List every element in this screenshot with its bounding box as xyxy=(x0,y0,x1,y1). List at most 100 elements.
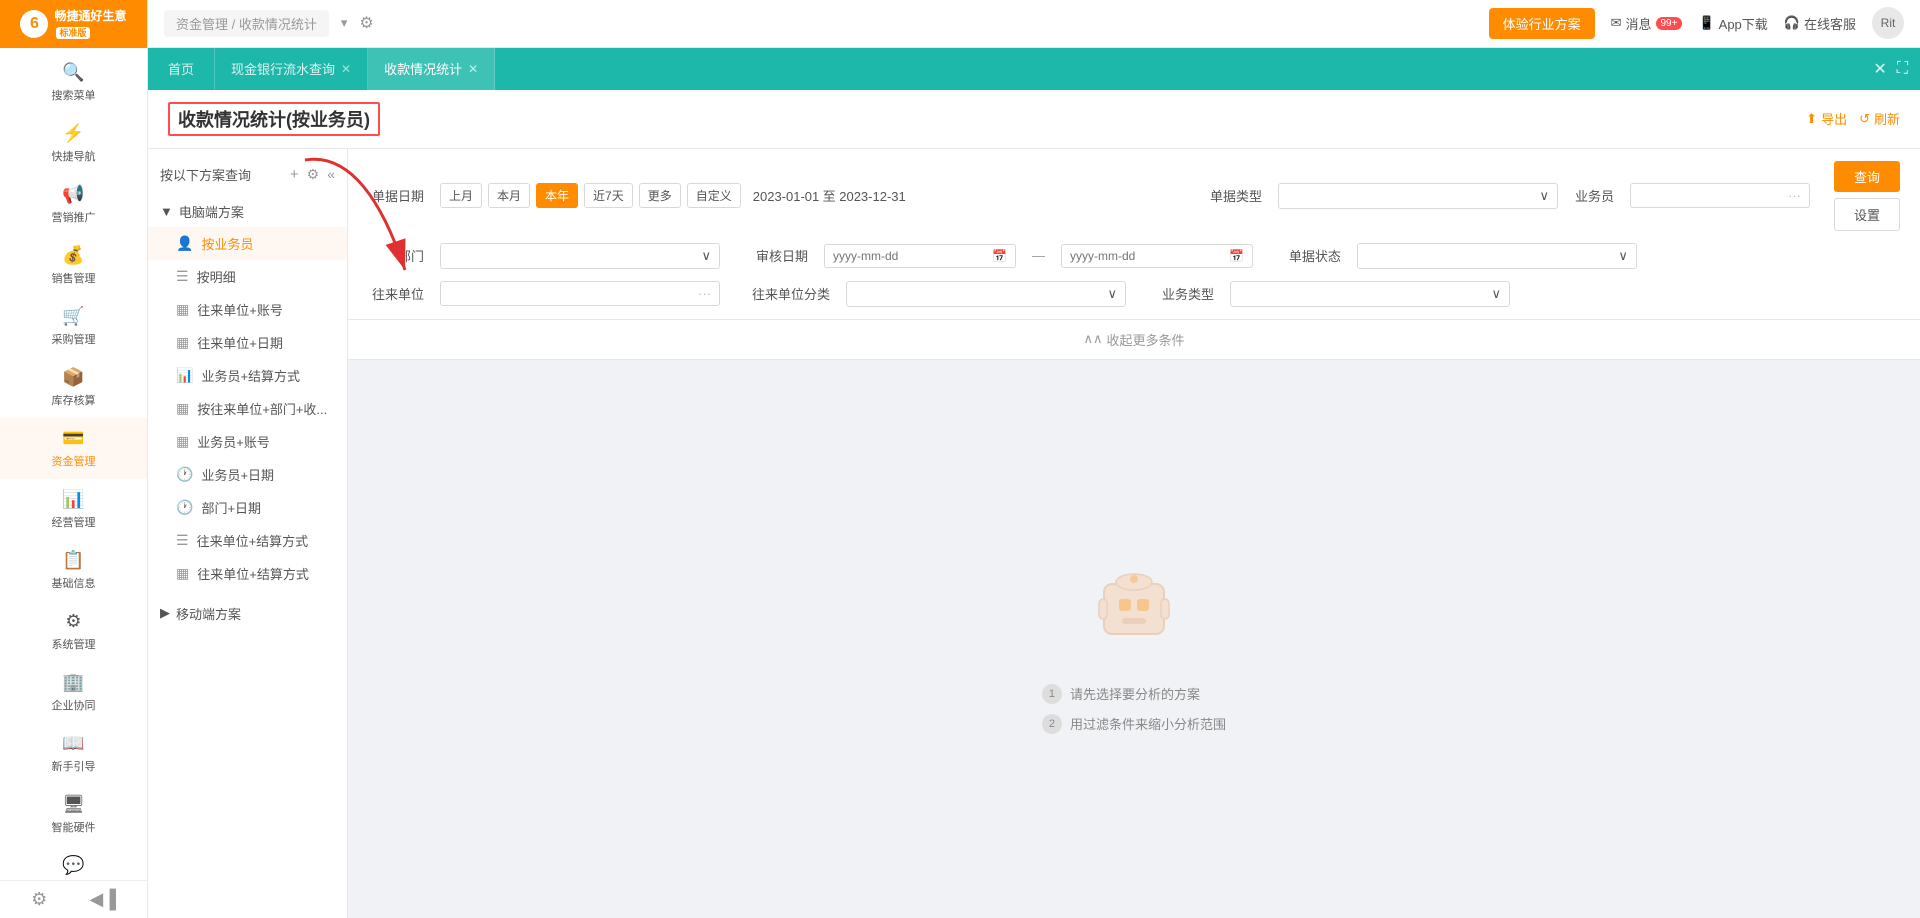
sidebar-item-search[interactable]: 🔍搜索菜单 xyxy=(0,52,147,113)
scheme-label: 业务员+日期 xyxy=(201,465,274,484)
refresh-button[interactable]: ↺ 刷新 xyxy=(1859,109,1900,128)
sidebar-item-quick_nav[interactable]: ⚡快捷导航 xyxy=(0,113,147,174)
settings-button[interactable]: 设置 xyxy=(1834,198,1900,231)
scheme-staff-date[interactable]: 🕐 业务员+日期 xyxy=(148,458,347,491)
more-btn[interactable]: 更多 xyxy=(639,183,681,208)
scheme-label: 部门+日期 xyxy=(201,498,261,517)
review-date-to-input[interactable] xyxy=(1070,249,1225,263)
dropdown-arrow-icon[interactable]: ▾ xyxy=(341,15,348,31)
empty-tips: 1 请先选择要分析的方案 2 用过滤条件来缩小分析范围 xyxy=(1042,684,1226,734)
scheme-unit-dept[interactable]: ▦ 按往来单位+部门+收... xyxy=(148,392,347,425)
sidebar-item-sales[interactable]: 💰销售管理 xyxy=(0,235,147,296)
scheme-by-staff[interactable]: 👤 按业务员 xyxy=(148,227,347,260)
more-options-icon[interactable]: ··· xyxy=(1788,188,1801,203)
empty-state: 1 请先选择要分析的方案 2 用过滤条件来缩小分析范围 xyxy=(348,360,1920,918)
scheme-label: 往来单位+日期 xyxy=(197,333,283,352)
staff-filter-label: 业务员 xyxy=(1574,186,1614,205)
settings-icon[interactable]: ⚙ xyxy=(359,13,373,33)
custom-btn[interactable]: 自定义 xyxy=(687,183,741,208)
this-month-btn[interactable]: 本月 xyxy=(488,183,530,208)
date-label: 单据日期 xyxy=(368,186,424,205)
tab-collection[interactable]: 收款情况统计 ✕ xyxy=(368,48,495,90)
collapse-panel-icon[interactable]: « xyxy=(327,166,335,182)
export-button[interactable]: ⬆ 导出 xyxy=(1806,109,1847,128)
settings-icon[interactable]: ⚙ xyxy=(31,889,47,910)
scheme-unit-settle2[interactable]: ▦ 往来单位+结算方式 xyxy=(148,557,347,590)
last-month-btn[interactable]: 上月 xyxy=(440,183,482,208)
hardware-icon: 🖥 xyxy=(62,794,85,815)
close-bank-tab-icon[interactable]: ✕ xyxy=(341,62,351,76)
filter-area: 单据日期 上月 本月 本年 近7天 更多 自定义 2023-01-01 至 20… xyxy=(348,149,1920,320)
tab-bar: 首页 现金银行流水查询 ✕ 收款情况统计 ✕ ✕ ⛶ xyxy=(148,48,1920,90)
query-button[interactable]: 查询 xyxy=(1834,161,1900,192)
collapse-sidebar-icon[interactable]: ◀▐ xyxy=(89,889,116,910)
sidebar-label-inventory: 库存核算 xyxy=(52,392,96,408)
calendar-icon2: 📅 xyxy=(1229,249,1244,263)
sidebar-item-purchase[interactable]: 🛒采购管理 xyxy=(0,296,147,357)
app-download-action[interactable]: 📱 App下载 xyxy=(1698,14,1767,33)
collapse-icon: ∧∧ xyxy=(1083,331,1102,347)
sidebar-label-enterprise: 企业协同 xyxy=(52,697,96,713)
messages-action[interactable]: ✉ 消息 99+ xyxy=(1611,14,1683,33)
collapse-bar[interactable]: ∧∧ 收起更多条件 xyxy=(348,320,1920,360)
tab-home[interactable]: 首页 xyxy=(148,48,215,90)
review-date-from-input[interactable] xyxy=(833,249,988,263)
sidebar-item-hardware[interactable]: 🖥 智能硬件 xyxy=(0,784,147,845)
expand-mobile-icon: ▶ xyxy=(160,605,170,621)
chevron-down-icon5: ∨ xyxy=(1492,286,1502,302)
scheme-dept-date[interactable]: 🕐 部门+日期 xyxy=(148,491,347,524)
scheme-unit-account[interactable]: ▦ 往来单位+账号 xyxy=(148,293,347,326)
review-date-label: 审核日期 xyxy=(752,246,808,265)
business-type-select[interactable]: ∨ xyxy=(1230,281,1510,307)
close-tab-btn[interactable]: ✕ xyxy=(1873,59,1886,79)
scheme-settings-icon[interactable]: ⚙ xyxy=(307,166,320,183)
person-icon: 👤 xyxy=(176,235,193,252)
sidebar-item-marketing[interactable]: 📢营销推广 xyxy=(0,174,147,235)
sidebar-label-hardware: 智能硬件 xyxy=(52,819,96,835)
scheme-staff-settle[interactable]: 📊 业务员+结算方式 xyxy=(148,359,347,392)
scheme-label: 业务员+结算方式 xyxy=(201,366,300,385)
sidebar-item-basic[interactable]: 📋基础信息 xyxy=(0,540,147,601)
review-date-from[interactable]: 📅 xyxy=(824,244,1016,268)
counterpart-select[interactable]: ··· xyxy=(440,281,720,306)
mobile-scheme-header[interactable]: ▶ 移动端方案 xyxy=(148,598,347,629)
tip-num-2: 2 xyxy=(1042,714,1062,734)
sidebar-item-finance[interactable]: 💳资金管理 xyxy=(0,418,147,479)
last7-btn[interactable]: 近7天 xyxy=(584,183,633,208)
counterpart-class-select[interactable]: ∨ xyxy=(846,281,1126,307)
table-icon: ▦ xyxy=(176,301,189,318)
user-avatar[interactable]: Rit xyxy=(1872,7,1904,39)
sidebar-item-wechat[interactable]: 💬企业微信 xyxy=(0,845,147,880)
voucher-status-select[interactable]: ∨ xyxy=(1357,243,1637,269)
scheme-unit-date[interactable]: ▦ 往来单位+日期 xyxy=(148,326,347,359)
sidebar-item-system[interactable]: ⚙系统管理 xyxy=(0,601,147,662)
sidebar-bottom: ⚙ ◀▐ xyxy=(0,880,147,918)
scheme-staff-account[interactable]: ▦ 业务员+账号 xyxy=(148,425,347,458)
dept-select[interactable]: ∨ xyxy=(440,243,720,269)
close-collection-tab-icon[interactable]: ✕ xyxy=(468,62,478,76)
add-scheme-icon[interactable]: + xyxy=(290,166,299,183)
trial-button[interactable]: 体验行业方案 xyxy=(1489,8,1595,39)
more-options-icon2[interactable]: ··· xyxy=(698,286,711,301)
sidebar-item-inventory[interactable]: 📦库存核算 xyxy=(0,357,147,418)
this-year-btn[interactable]: 本年 xyxy=(536,183,578,208)
tab-bar-right: ✕ ⛶ xyxy=(1873,59,1908,79)
table-icon4: ▦ xyxy=(176,433,189,450)
page-header-actions: ⬆ 导出 ↺ 刷新 xyxy=(1806,109,1900,128)
sidebar-item-guide[interactable]: 📖新手引导 xyxy=(0,723,147,784)
scheme-by-detail[interactable]: ☰ 按明细 xyxy=(148,260,347,293)
sidebar-label-search: 搜索菜单 xyxy=(52,87,96,103)
tab-bank[interactable]: 现金银行流水查询 ✕ xyxy=(215,48,368,90)
staff-select[interactable]: ··· xyxy=(1630,183,1810,208)
review-date-to[interactable]: 📅 xyxy=(1061,244,1253,268)
sidebar-label-operation: 经营管理 xyxy=(52,514,96,530)
voucher-type-select[interactable]: ∨ xyxy=(1278,183,1558,209)
online-service-action[interactable]: 🎧 在线客服 xyxy=(1784,14,1856,33)
sidebar-item-operation[interactable]: 📊经营管理 xyxy=(0,479,147,540)
scheme-unit-settle1[interactable]: ☰ 往来单位+结算方式 xyxy=(148,524,347,557)
desktop-scheme-header[interactable]: ▼ 电脑端方案 xyxy=(148,196,347,227)
content-wrapper: 按以下方案查询 + ⚙ « ▼ 电脑端方案 👤 按业务员 ☰ xyxy=(148,149,1920,918)
sidebar-item-enterprise[interactable]: 🏢企业协同 xyxy=(0,662,147,723)
maximize-tab-btn[interactable]: ⛶ xyxy=(1897,60,1908,78)
scheme-label: 往来单位+结算方式 xyxy=(197,564,309,583)
